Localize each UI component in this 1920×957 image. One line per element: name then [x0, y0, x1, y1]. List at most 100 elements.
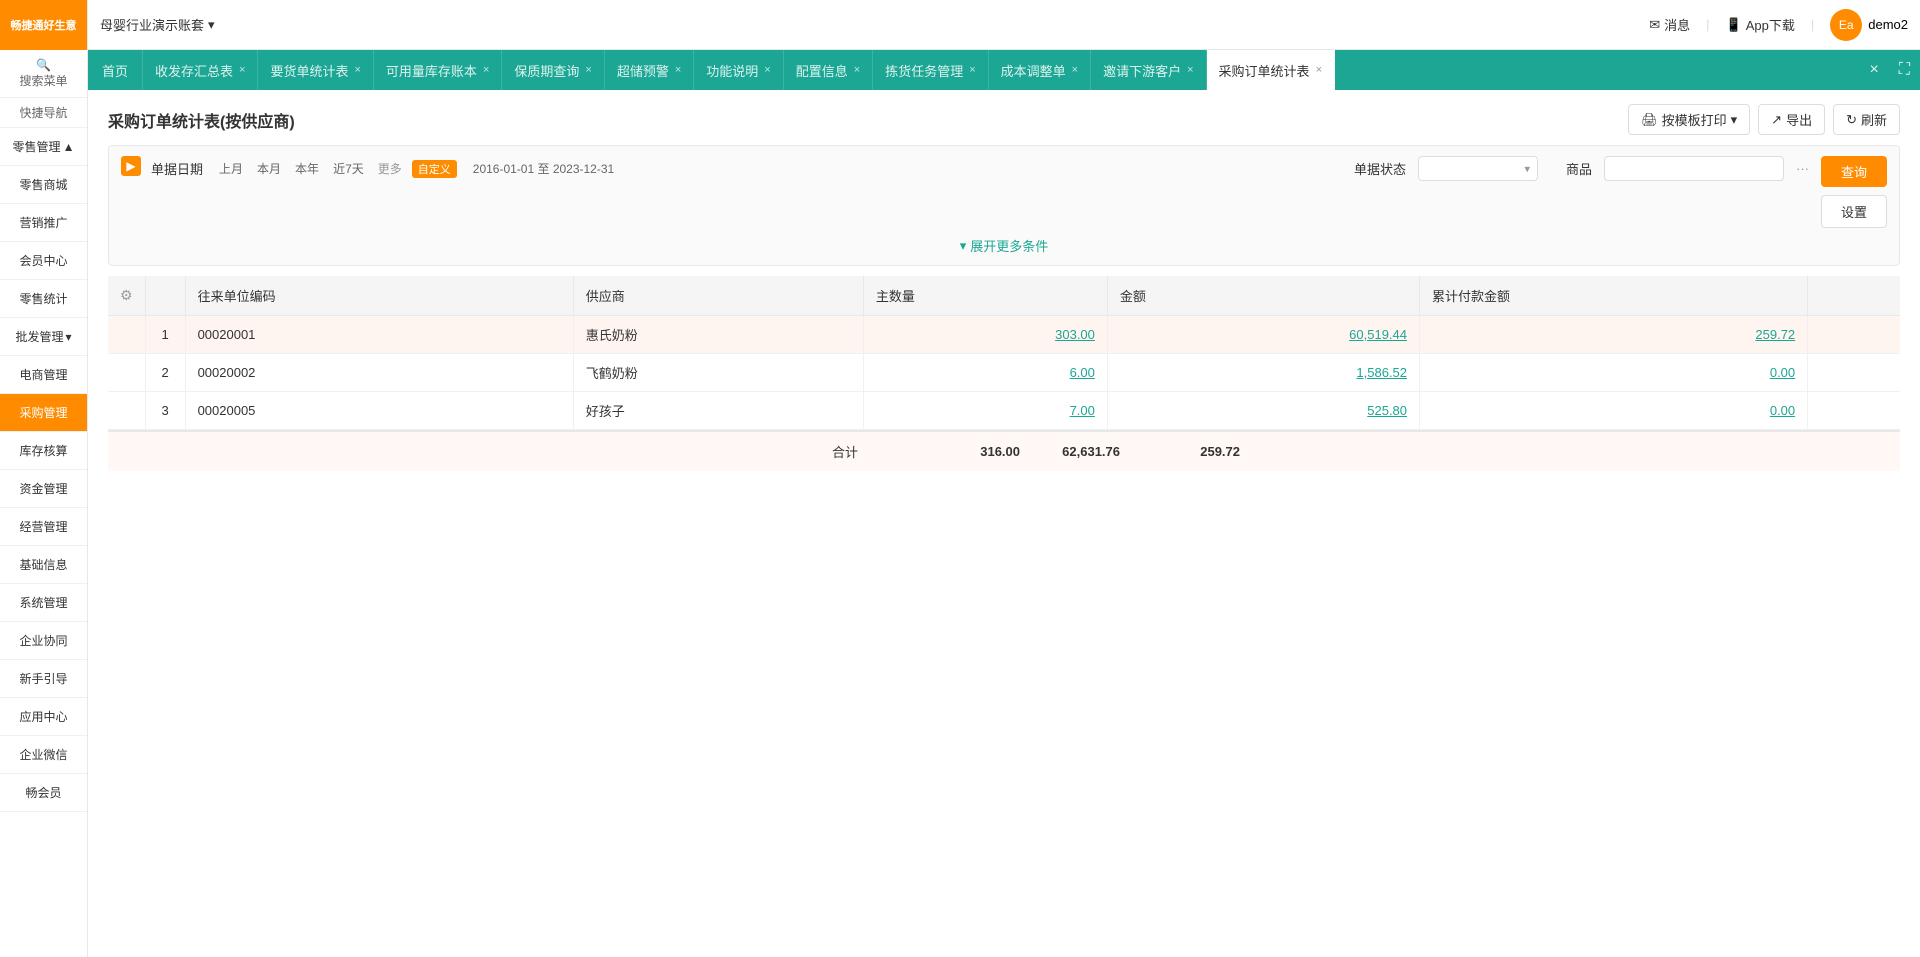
goods-more-icon[interactable]: ···: [1796, 161, 1809, 176]
sidebar-item-member[interactable]: 会员中心: [0, 242, 87, 280]
sidebar-item-label: 基础信息: [19, 558, 67, 572]
sidebar-item-label: 资金管理: [19, 482, 67, 496]
row-extra: [1808, 392, 1900, 430]
tab-order-stats[interactable]: 要货单统计表 ×: [258, 50, 373, 90]
tab-label: 要货单统计表: [270, 61, 348, 80]
expand-more-button[interactable]: ▾ 展开更多条件: [960, 236, 1049, 255]
th-quantity: 主数量: [863, 276, 1107, 316]
dropdown-icon: ▾: [208, 17, 215, 33]
tab-purchase-order-stats[interactable]: 采购订单统计表 ×: [1207, 50, 1335, 90]
tab-feature-desc[interactable]: 功能说明 ×: [694, 50, 783, 90]
maximize-button[interactable]: ⛶: [1889, 61, 1920, 79]
tab-invite-downstream[interactable]: 邀请下游客户 ×: [1091, 50, 1206, 90]
sidebar-item-system[interactable]: 系统管理: [0, 584, 87, 622]
user-menu[interactable]: Ea demo2: [1830, 9, 1908, 41]
sidebar-item-label: 批发管理: [15, 328, 63, 345]
sidebar-item-retail-stats[interactable]: 零售统计: [0, 280, 87, 318]
sidebar-item-purchase[interactable]: 采购管理: [0, 394, 87, 432]
sidebar-item-base-info[interactable]: 基础信息: [0, 546, 87, 584]
topbar-actions: ✉ 消息 | 📱 App下载 | Ea demo2: [1649, 9, 1908, 41]
shortcut-7days[interactable]: 近7天: [329, 158, 368, 179]
sidebar-item-label: 采购管理: [19, 406, 67, 420]
shortcut-more[interactable]: 更多: [374, 158, 406, 179]
footer-label: 合计: [832, 445, 858, 460]
tab-pick-task[interactable]: 拣货任务管理 ×: [873, 50, 988, 90]
row-paid: 0.00: [1420, 392, 1808, 430]
table-row: 1 00020001 惠氏奶粉 303.00 60,519.44 259.72: [108, 316, 1900, 354]
query-button[interactable]: 查询: [1821, 156, 1887, 187]
close-icon[interactable]: ×: [854, 64, 860, 76]
tab-overstock[interactable]: 超储预警 ×: [605, 50, 694, 90]
sidebar-search[interactable]: 🔍 搜索菜单: [0, 50, 87, 98]
shortcut-last-month[interactable]: 上月: [215, 158, 247, 179]
tab-label: 成本调整单: [1001, 61, 1066, 80]
sidebar-item-marketing[interactable]: 营销推广: [0, 204, 87, 242]
tab-receive-summary[interactable]: 收发存汇总表 ×: [143, 50, 258, 90]
sidebar-item-label: 畅会员: [25, 786, 61, 800]
refresh-button[interactable]: ↻ 刷新: [1833, 104, 1900, 135]
export-button[interactable]: ↗ 导出: [1758, 104, 1825, 135]
sidebar-item-ecommerce[interactable]: 电商管理: [0, 356, 87, 394]
sidebar-item-operations[interactable]: 经营管理: [0, 508, 87, 546]
shortcut-this-month[interactable]: 本月: [253, 158, 285, 179]
tab-end-controls: × ⛶: [1859, 61, 1920, 79]
tab-expiry-query[interactable]: 保质期查询 ×: [502, 50, 604, 90]
close-icon[interactable]: ×: [1187, 64, 1193, 76]
row-index: 2: [145, 354, 185, 392]
sidebar-item-label: 企业微信: [19, 748, 67, 762]
sidebar-item-app-center[interactable]: 应用中心: [0, 698, 87, 736]
tab-label: 配置信息: [796, 61, 848, 80]
close-icon[interactable]: ×: [1316, 64, 1322, 76]
close-icon[interactable]: ×: [1072, 64, 1078, 76]
sidebar-item-retail-mgmt[interactable]: 零售管理 ▲: [0, 128, 87, 166]
table-container: ⚙ 往来单位编码 供应商 主数量 金额 累计付款金额 1 00020001: [108, 276, 1900, 471]
tab-config[interactable]: 配置信息 ×: [784, 50, 873, 90]
tab-cost-adjust[interactable]: 成本调整单 ×: [989, 50, 1091, 90]
sidebar-quicknav[interactable]: 快捷导航: [0, 98, 87, 128]
settings-button[interactable]: 设置: [1821, 195, 1887, 228]
close-icon[interactable]: ×: [585, 64, 591, 76]
footer-amount: 62,631.76: [1062, 444, 1120, 459]
sidebar-item-wechat[interactable]: 企业微信: [0, 736, 87, 774]
logo-text: 畅捷通好生意: [11, 17, 77, 33]
goods-filter-label: 商品: [1566, 159, 1592, 178]
app-download-button[interactable]: 📱 App下载: [1726, 15, 1795, 34]
row-quantity: 6.00: [863, 354, 1107, 392]
workspace-selector[interactable]: 母婴行业演示账套 ▾: [100, 15, 215, 34]
close-icon[interactable]: ×: [239, 64, 245, 76]
shortcut-this-year[interactable]: 本年: [291, 158, 323, 179]
tab-label: 邀请下游客户: [1103, 61, 1181, 80]
message-button[interactable]: ✉ 消息: [1649, 15, 1690, 34]
close-icon[interactable]: ×: [354, 64, 360, 76]
footer-quantity: 316.00: [980, 444, 1020, 459]
status-filter-label: 单据状态: [1354, 159, 1406, 178]
template-print-button[interactable]: 🖨 按模板打印 ▾: [1628, 104, 1750, 135]
close-icon[interactable]: ×: [675, 64, 681, 76]
avatar: Ea: [1830, 9, 1862, 41]
gear-icon[interactable]: ⚙: [120, 287, 133, 303]
workspace-title: 母婴行业演示账套: [100, 15, 204, 34]
sidebar-item-finance[interactable]: 资金管理: [0, 470, 87, 508]
tab-inventory-book[interactable]: 可用量库存账本 ×: [374, 50, 502, 90]
sidebar-item-collab[interactable]: 企业协同: [0, 622, 87, 660]
sidebar-item-guide[interactable]: 新手引导: [0, 660, 87, 698]
export-label: 导出: [1786, 110, 1812, 129]
sidebar-item-inventory[interactable]: 库存核算: [0, 432, 87, 470]
close-icon[interactable]: ×: [483, 64, 489, 76]
row-index: 1: [145, 316, 185, 354]
close-icon[interactable]: ×: [969, 64, 975, 76]
tab-home[interactable]: 首页: [88, 50, 143, 90]
status-select[interactable]: [1418, 156, 1538, 181]
th-index: [145, 276, 185, 316]
sidebar-item-member2[interactable]: 畅会员: [0, 774, 87, 812]
tab-label: 保质期查询: [514, 61, 579, 80]
close-icon[interactable]: ×: [764, 64, 770, 76]
sidebar-item-retail-mall[interactable]: 零售商城: [0, 166, 87, 204]
sidebar-item-wholesale[interactable]: 批发管理 ▾: [0, 318, 87, 356]
th-code: 往来单位编码: [185, 276, 573, 316]
tab-label: 拣货任务管理: [885, 61, 963, 80]
goods-filter-input[interactable]: [1604, 156, 1784, 181]
sidebar-item-label: 经营管理: [19, 520, 67, 534]
filter-toggle[interactable]: ▶: [121, 156, 141, 176]
close-all-tabs-button[interactable]: ×: [1859, 61, 1888, 79]
